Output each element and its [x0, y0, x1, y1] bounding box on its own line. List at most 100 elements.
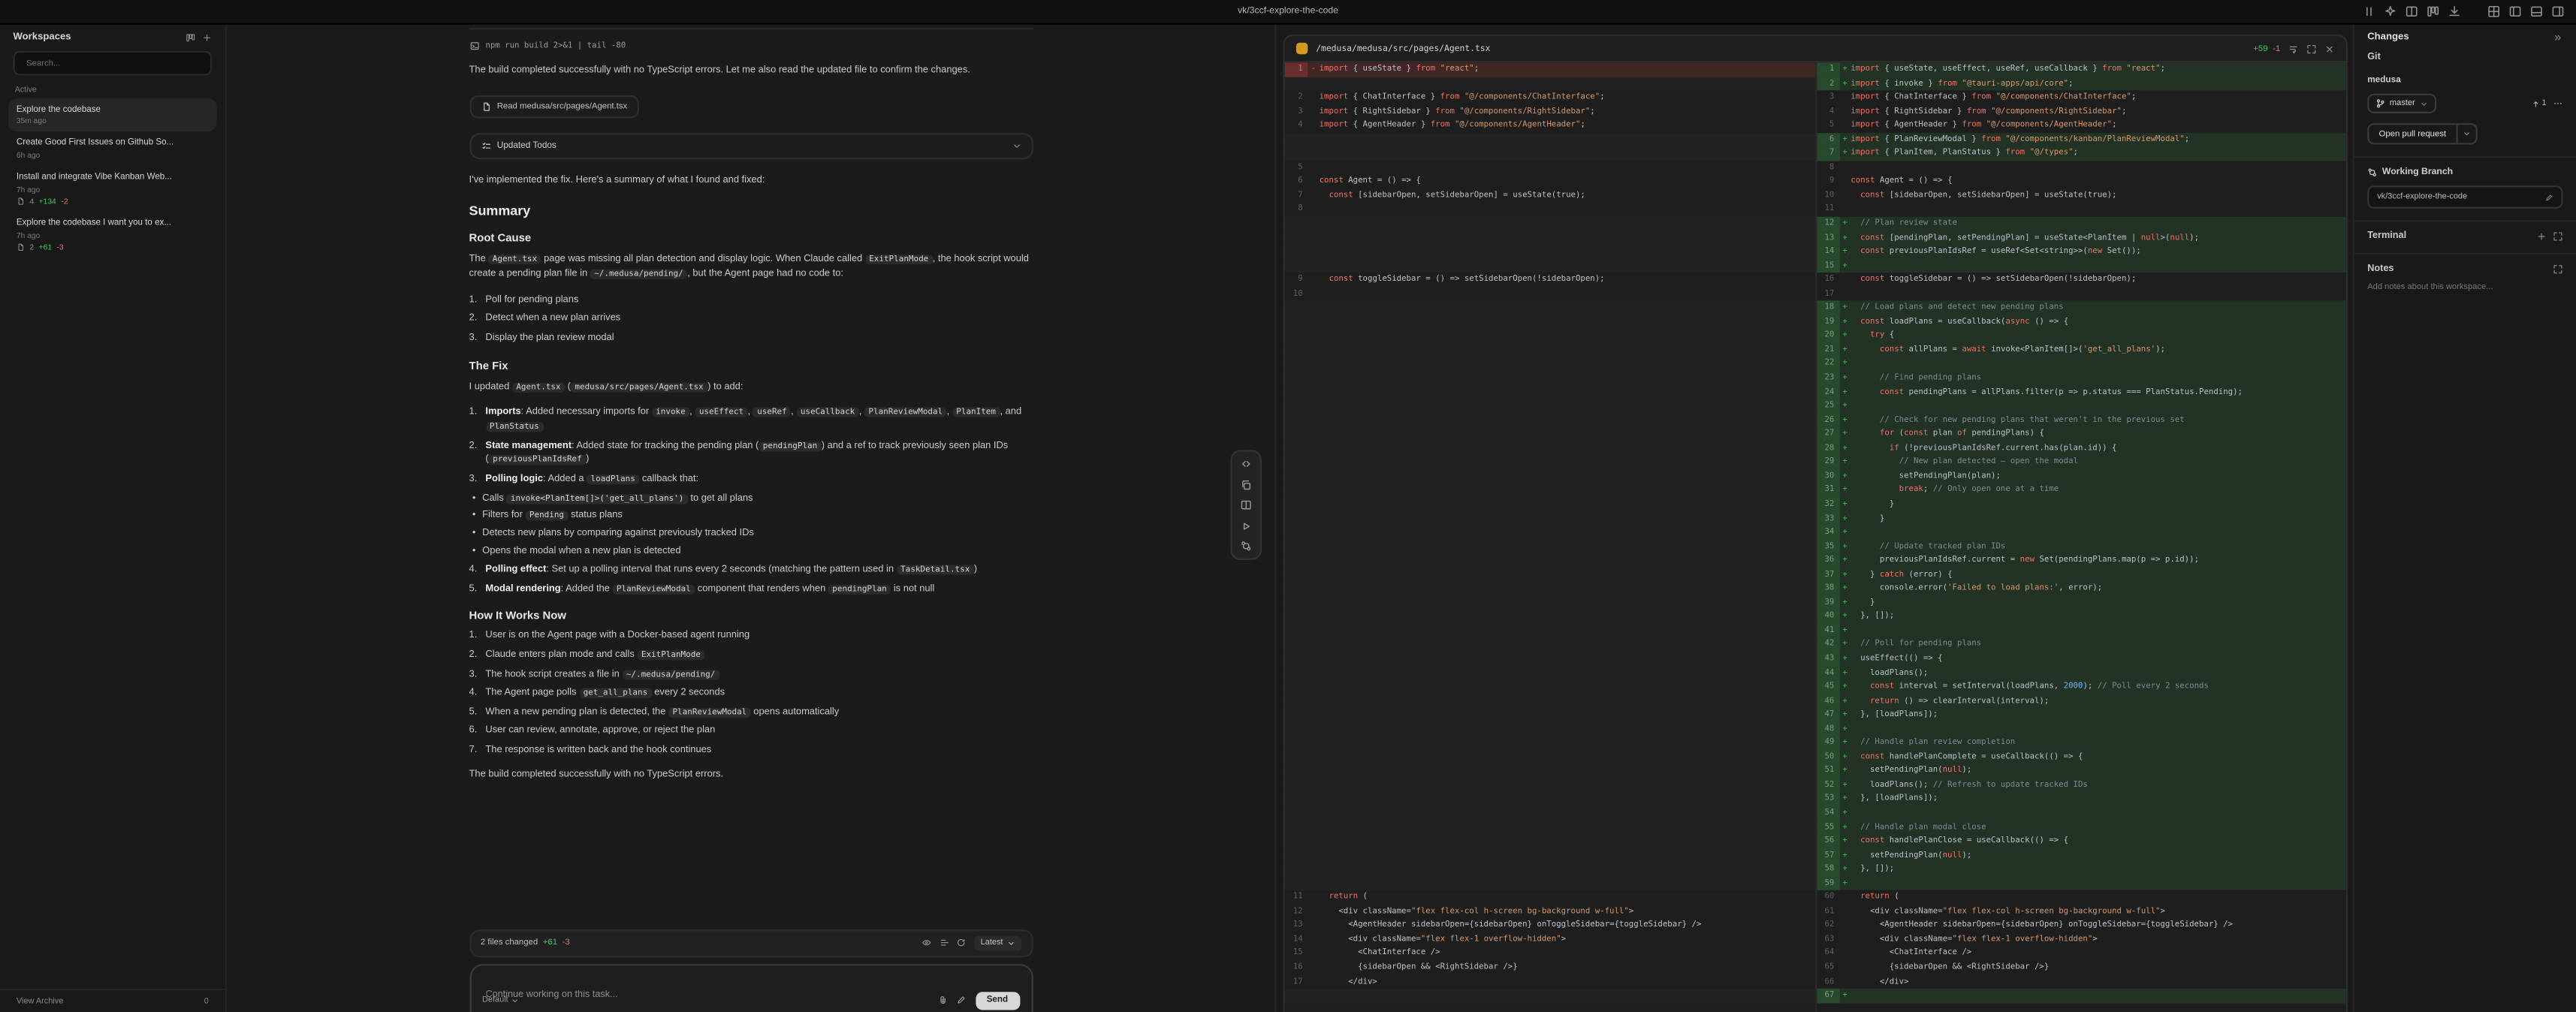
kanban-icon[interactable] — [2427, 5, 2440, 19]
expand-notes-icon[interactable] — [2553, 264, 2562, 274]
diff-marker: + — [1839, 750, 1851, 764]
diff-marker — [1308, 596, 1319, 610]
panel-left-icon[interactable] — [2508, 5, 2522, 19]
diff-line — [1285, 821, 1814, 835]
diff-line: 36+ previousPlanIdsRef.current = new Set… — [1816, 553, 2345, 568]
compare-icon[interactable] — [1241, 541, 1252, 552]
diff-line: 21+ const allPlans = await invoke<PlanIt… — [1816, 343, 2345, 357]
list-item: 2.State management: Added state for trac… — [469, 440, 1033, 468]
line-number — [1285, 708, 1308, 722]
diff-line: 60 return ( — [1816, 890, 2345, 905]
branch-selector[interactable]: master — [2367, 94, 2436, 113]
search-input[interactable] — [23, 56, 202, 70]
mode-dropdown[interactable]: Default — [482, 995, 520, 1005]
workspace-item[interactable]: Explore the codebase I want you to ex...… — [8, 212, 217, 257]
working-branch-field[interactable]: vk/3ccf-explore-the-code — [2367, 185, 2562, 209]
list-marker: 1. — [469, 406, 481, 435]
workspace-item[interactable]: Create Good First Issues on Github So...… — [8, 133, 217, 165]
code-text — [1851, 161, 2346, 175]
play-icon[interactable] — [1241, 520, 1252, 531]
diff-marker: + — [1839, 301, 1851, 315]
chat-scroll-area[interactable]: npm run build 2>&1 | tail -80The build c… — [227, 25, 1275, 929]
diff-marker — [1308, 385, 1319, 399]
code-text — [1320, 287, 1815, 301]
download-icon[interactable] — [2448, 5, 2461, 19]
grid-icon[interactable] — [2487, 5, 2501, 19]
line-number — [1285, 414, 1308, 428]
diff-line — [1285, 414, 1814, 428]
columns-icon[interactable] — [2406, 5, 2419, 19]
collapse-panel-icon[interactable] — [2553, 33, 2562, 43]
file-read-pill[interactable]: Read medusa/src/pages/Agent.tsx — [469, 95, 639, 118]
terminal-section-header[interactable]: Terminal — [2367, 231, 2562, 241]
message-composer[interactable]: Default Send — [469, 963, 1033, 1012]
more-options-icon[interactable] — [2553, 98, 2562, 108]
wrap-icon[interactable] — [2288, 44, 2298, 53]
diff-line: 20+ try { — [1816, 329, 2345, 343]
send-button[interactable]: Send — [975, 991, 1019, 1009]
workspace-search[interactable] — [14, 51, 213, 76]
diff-line: 16 {sidebarOpen && <RightSidebar />} — [1285, 961, 1814, 975]
diff-line: 23+ // Find pending plans — [1816, 371, 2345, 385]
diff-line: 16 const toggleSidebar = () => setSideba… — [1816, 273, 2345, 288]
notes-placeholder[interactable]: Add notes about this workspace... — [2367, 282, 2562, 292]
diff-line — [1285, 806, 1814, 821]
sparkle-icon[interactable] — [2384, 5, 2397, 19]
kanban-icon[interactable] — [186, 33, 195, 43]
plus-icon[interactable] — [202, 33, 212, 43]
code-text — [1320, 146, 1815, 161]
tool-call-row[interactable]: npm run build 2>&1 | tail -80 — [469, 41, 1033, 51]
diff-line: 7 const [sidebarOpen, setSidebarOpen] = … — [1285, 188, 1814, 203]
expand-terminal-icon[interactable] — [2553, 231, 2562, 241]
panel-bottom-icon[interactable] — [2530, 5, 2544, 19]
todos-label: Updated Todos — [497, 141, 557, 151]
diff-marker — [1839, 974, 1851, 989]
diff-line — [1285, 680, 1814, 694]
workspace-item[interactable]: Explore the codebase35m ago — [8, 98, 217, 131]
diff-header: /medusa/medusa/src/pages/Agent.tsx +59 -… — [1285, 36, 2346, 62]
diff-marker — [1308, 203, 1319, 217]
diff-marker: + — [1839, 329, 1851, 343]
eye-icon[interactable] — [922, 938, 932, 947]
pr-dropdown-segment[interactable] — [2456, 125, 2475, 143]
new-terminal-icon[interactable] — [2537, 231, 2547, 241]
chevdown-icon[interactable] — [1011, 141, 1021, 151]
refresh-icon[interactable] — [957, 938, 967, 947]
diff-line: 4import { RightSidebar } from "@/compone… — [1816, 104, 2345, 119]
paperclip-icon[interactable] — [937, 995, 947, 1005]
edit-branch-icon[interactable] — [2544, 193, 2553, 201]
expand-icon[interactable] — [2306, 44, 2316, 53]
code-text: return ( — [1320, 890, 1815, 905]
todos-box[interactable]: Updated Todos — [469, 133, 1033, 159]
view-archive-link[interactable]: View Archive — [17, 997, 63, 1007]
collapse-icon[interactable] — [1241, 458, 1252, 469]
diff-new-pane[interactable]: 1+import { useState, useEffect, useRef, … — [1816, 62, 2345, 1012]
diff-old-pane[interactable]: 1-import { useState } from "react";2impo… — [1285, 62, 1814, 1012]
diff-line: 37+ } catch (error) { — [1816, 568, 2345, 582]
diff-icon[interactable] — [940, 938, 949, 947]
latest-dropdown[interactable]: Latest — [974, 935, 1021, 950]
panel-right-icon[interactable] — [2551, 5, 2565, 19]
copy-icon[interactable] — [1241, 479, 1252, 490]
line-number — [1285, 385, 1308, 399]
line-number — [1285, 133, 1308, 147]
line-number: 14 — [1816, 245, 1839, 259]
line-number — [1285, 806, 1308, 821]
diff-line: 11 — [1816, 203, 2345, 217]
close-icon[interactable] — [2324, 44, 2334, 53]
list-marker: 4. — [469, 564, 481, 578]
diff-marker: + — [1839, 792, 1851, 806]
diff-marker — [1308, 230, 1319, 245]
pen-icon[interactable] — [955, 995, 965, 1005]
open-pull-request-button[interactable]: Open pull request — [2367, 123, 2477, 144]
workspace-item[interactable]: Install and integrate Vibe Kanban Web...… — [8, 167, 217, 211]
columns-icon[interactable] — [1241, 499, 1252, 511]
notes-section-header[interactable]: Notes — [2367, 264, 2562, 274]
workspace-list: Explore the codebase35m agoCreate Good F… — [0, 98, 225, 257]
diff-marker: + — [1839, 540, 1851, 554]
code-text: // Check for new pending plans that were… — [1851, 414, 2346, 428]
diff-marker — [1308, 259, 1319, 273]
code-text: const [pendingPlan, setPendingPlan] = us… — [1851, 230, 2346, 245]
files-changed-bar[interactable]: 2 files changed +61 -3 Latest — [469, 929, 1033, 956]
pause-icon[interactable] — [2363, 5, 2376, 19]
